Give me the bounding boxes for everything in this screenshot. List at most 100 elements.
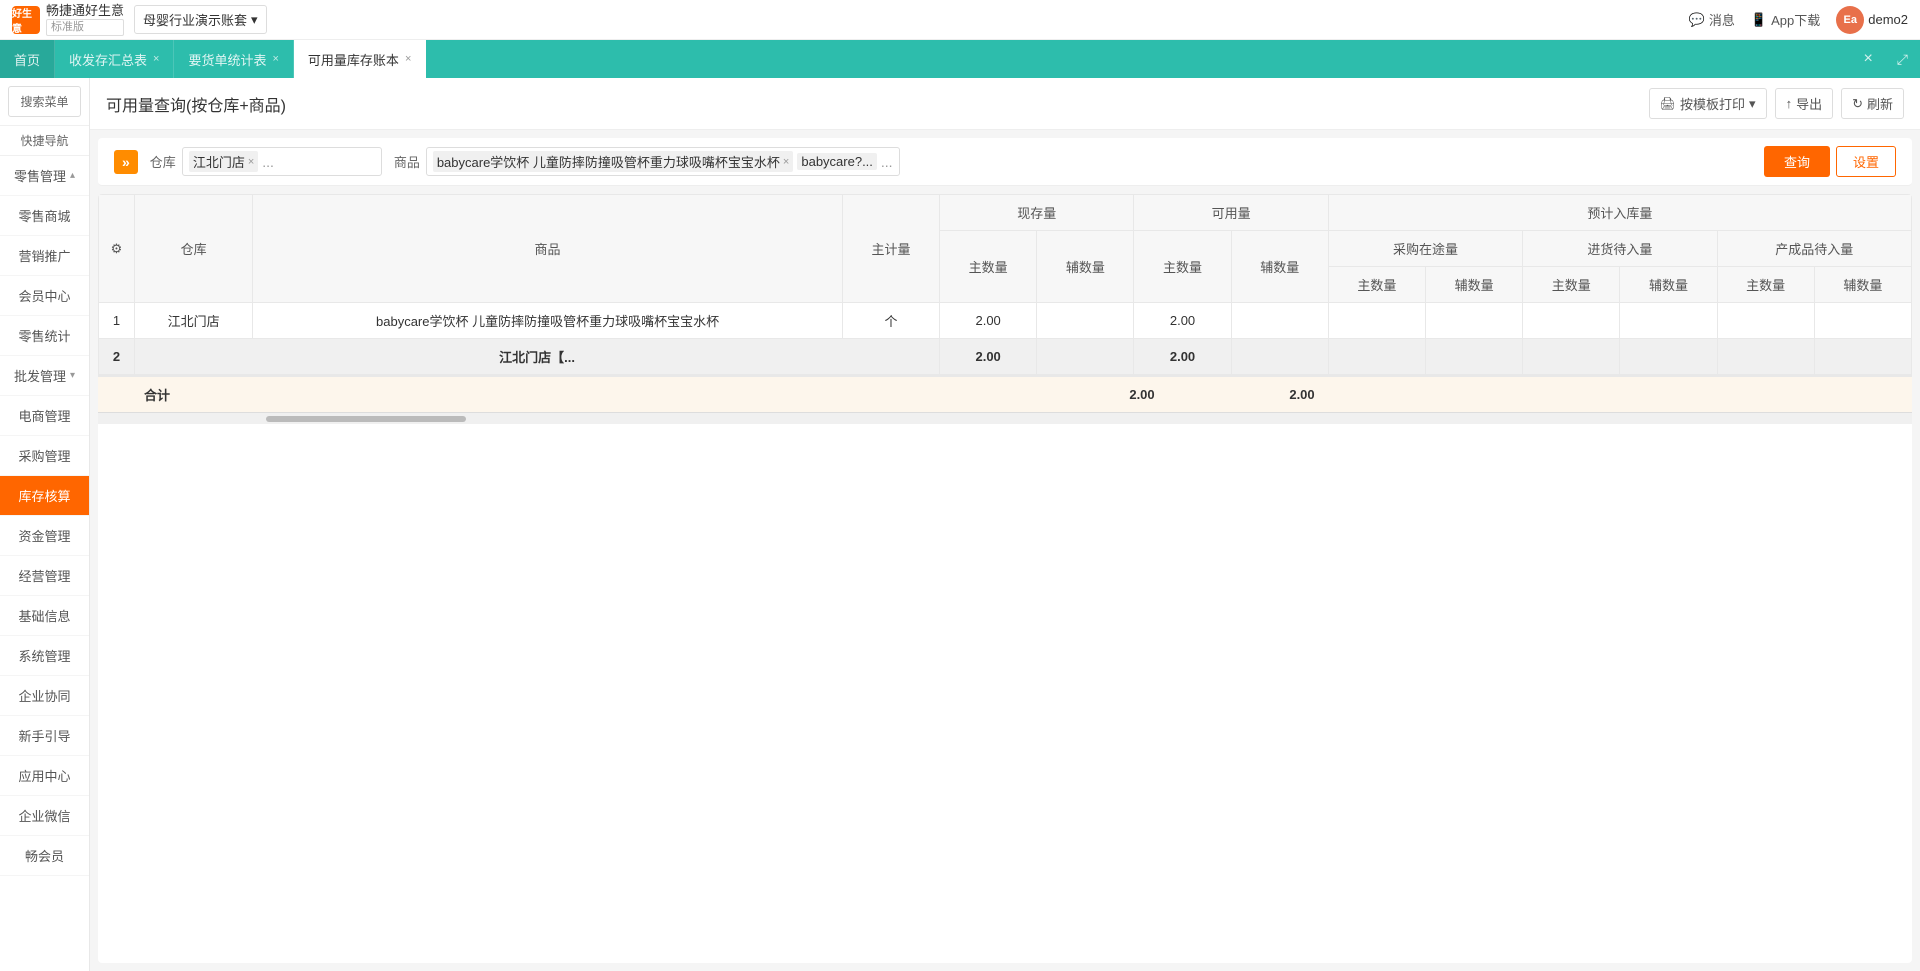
col-predicted-header: 预计入库量 bbox=[1328, 195, 1911, 231]
search-menu-button[interactable]: 搜索菜单 bbox=[8, 86, 81, 117]
tab-home[interactable]: 首页 bbox=[0, 40, 55, 78]
page-actions: 🖨 按模板打印 ▾ ↑ 导出 ↻ 刷新 bbox=[1649, 88, 1905, 119]
subtotal-no: 2 bbox=[99, 339, 135, 375]
row-current-sub bbox=[1037, 303, 1134, 339]
row-warehouse: 江北门店 bbox=[135, 303, 253, 339]
col-unit-header: 主计量 bbox=[842, 195, 939, 303]
sidebar-item-app-center[interactable]: 应用中心 bbox=[0, 756, 89, 796]
subtotal-row: 2 江北门店【... 2.00 2.00 bbox=[99, 339, 1912, 375]
scrollbar-thumb[interactable] bbox=[266, 416, 466, 422]
page-header: 可用量查询(按仓库+商品) 🖨 按模板打印 ▾ ↑ 导出 ↻ 刷新 bbox=[90, 78, 1920, 130]
col-current-sub-header: 辅数量 bbox=[1037, 231, 1134, 303]
sidebar-item-system[interactable]: 系统管理 bbox=[0, 636, 89, 676]
chevron-down-icon-print: ▾ bbox=[1749, 96, 1756, 112]
subtotal-current-main: 2.00 bbox=[940, 339, 1037, 375]
scrollbar-area[interactable] bbox=[98, 412, 1912, 424]
sidebar-item-ecommerce[interactable]: 电商管理 bbox=[0, 396, 89, 436]
col-warehouse-header: 仓库 bbox=[135, 195, 253, 303]
tab-close-order-stats[interactable]: × bbox=[272, 53, 278, 65]
sidebar-item-purchase[interactable]: 采购管理 bbox=[0, 436, 89, 476]
sidebar-quick-nav[interactable]: 快捷导航 bbox=[0, 126, 89, 156]
chevron-down-icon: ▾ bbox=[251, 12, 258, 28]
chevron-icon-2: ▾ bbox=[70, 370, 75, 381]
sidebar-item-vip-member[interactable]: 畅会员 bbox=[0, 836, 89, 876]
logo-icon: 好生意 bbox=[12, 6, 40, 34]
sidebar-search-area: 搜索菜单 bbox=[0, 78, 89, 126]
chevron-icon: ▴ bbox=[70, 170, 75, 181]
top-bar-left: 好生意 畅捷通好生意 标准版 母婴行业演示账套 ▾ bbox=[12, 3, 267, 36]
tab-available-stock[interactable]: 可用量库存账本 × bbox=[294, 40, 426, 78]
export-button[interactable]: ↑ 导出 bbox=[1775, 88, 1834, 119]
row-product-main bbox=[1717, 303, 1814, 339]
total-avail-main: 2.00 bbox=[1262, 387, 1342, 402]
sidebar: 搜索菜单 快捷导航 零售管理 ▴ 零售商城 营销推广 会员中心 零售统计 批发管… bbox=[0, 78, 90, 971]
col-incoming-sub: 辅数量 bbox=[1620, 267, 1717, 303]
tab-close-receive-pay[interactable]: × bbox=[153, 53, 159, 65]
sidebar-item-retail-mgmt[interactable]: 零售管理 ▴ bbox=[0, 156, 89, 196]
warehouse-more-button[interactable]: ... bbox=[262, 154, 274, 170]
col-pur-transit-header: 采购在途量 bbox=[1328, 231, 1522, 267]
app-download-button[interactable]: 📱 App下载 bbox=[1751, 10, 1820, 29]
sidebar-item-inventory[interactable]: 库存核算 bbox=[0, 476, 89, 516]
page-title: 可用量查询(按仓库+商品) bbox=[106, 92, 286, 116]
subtotal-label: 江北门店【... bbox=[135, 339, 940, 375]
tab-close-available-stock[interactable]: × bbox=[405, 53, 411, 65]
sidebar-item-operation[interactable]: 经营管理 bbox=[0, 556, 89, 596]
col-available-header: 可用量 bbox=[1134, 195, 1328, 231]
sidebar-item-retail-mall[interactable]: 零售商城 bbox=[0, 196, 89, 236]
sidebar-item-member-center[interactable]: 会员中心 bbox=[0, 276, 89, 316]
row-incoming-sub bbox=[1620, 303, 1717, 339]
setting-button[interactable]: 设置 bbox=[1836, 146, 1896, 177]
col-avail-sub-header: 辅数量 bbox=[1231, 231, 1328, 303]
message-button[interactable]: 💬 消息 bbox=[1689, 10, 1735, 29]
col-pur-transit-sub: 辅数量 bbox=[1425, 267, 1522, 303]
row-product-sub bbox=[1814, 303, 1911, 339]
tab-order-stats[interactable]: 要货单统计表 × bbox=[174, 40, 293, 78]
warehouse-tag-close[interactable]: × bbox=[248, 156, 254, 168]
subtotal-product-main bbox=[1717, 339, 1814, 375]
message-icon: 💬 bbox=[1689, 12, 1705, 28]
col-incoming-main: 主数量 bbox=[1523, 267, 1620, 303]
sidebar-item-new-guide[interactable]: 新手引导 bbox=[0, 716, 89, 756]
user-menu[interactable]: Ea demo2 bbox=[1836, 6, 1908, 34]
tab-receive-pay[interactable]: 收发存汇总表 × bbox=[55, 40, 174, 78]
sidebar-item-wholesale-mgmt[interactable]: 批发管理 ▾ bbox=[0, 356, 89, 396]
industry-selector[interactable]: 母婴行业演示账套 ▾ bbox=[134, 5, 267, 34]
product-tag1-close[interactable]: × bbox=[783, 156, 789, 168]
export-icon: ↑ bbox=[1786, 96, 1793, 111]
refresh-button[interactable]: ↻ 刷新 bbox=[1841, 88, 1904, 119]
sidebar-item-basic-info[interactable]: 基础信息 bbox=[0, 596, 89, 636]
warehouse-input[interactable]: 江北门店 × ... bbox=[182, 147, 382, 176]
subtotal-avail-main: 2.00 bbox=[1134, 339, 1231, 375]
sidebar-item-finance[interactable]: 资金管理 bbox=[0, 516, 89, 556]
subtotal-product-sub bbox=[1814, 339, 1911, 375]
filter-area: » 仓库 江北门店 × ... 商品 babycare学饮杯 儿童防摔防撞吸管杯… bbox=[98, 138, 1912, 186]
sidebar-item-retail-stats[interactable]: 零售统计 bbox=[0, 316, 89, 356]
product-tag-1: babycare学饮杯 儿童防摔防撞吸管杯重力球吸嘴杯宝宝水杯 × bbox=[433, 151, 794, 172]
col-product-sub: 辅数量 bbox=[1814, 267, 1911, 303]
col-current-main-header: 主数量 bbox=[940, 231, 1037, 303]
subtotal-incoming-sub bbox=[1620, 339, 1717, 375]
template-print-button[interactable]: 🖨 按模板打印 ▾ bbox=[1649, 88, 1767, 119]
filter-toggle-button[interactable]: » bbox=[114, 150, 138, 174]
gear-icon: ⚙ bbox=[111, 241, 123, 256]
nav-expand-button[interactable]: ⤢ bbox=[1885, 40, 1920, 78]
row-pur-transit-main bbox=[1328, 303, 1425, 339]
product-more-button[interactable]: ... bbox=[881, 154, 893, 170]
table-area: ⚙ 仓库 商品 主计量 现存量 可用量 预计入库量 主数量 辅数量 主数量 辅数… bbox=[98, 194, 1912, 963]
row-product: babycare学饮杯 儿童防摔防撞吸管杯重力球吸嘴杯宝宝水杯 bbox=[253, 303, 843, 339]
sidebar-item-enterprise[interactable]: 企业协同 bbox=[0, 676, 89, 716]
product-input[interactable]: babycare学饮杯 儿童防摔防撞吸管杯重力球吸嘴杯宝宝水杯 × babyca… bbox=[426, 147, 900, 176]
query-button[interactable]: 查询 bbox=[1764, 146, 1830, 177]
warehouse-label: 仓库 bbox=[150, 152, 176, 171]
sidebar-item-marketing[interactable]: 营销推广 bbox=[0, 236, 89, 276]
col-settings-header[interactable]: ⚙ bbox=[99, 195, 135, 303]
col-incoming-header: 进货待入量 bbox=[1523, 231, 1717, 267]
row-avail-main: 2.00 bbox=[1134, 303, 1231, 339]
sidebar-item-enterprise-wechat[interactable]: 企业微信 bbox=[0, 796, 89, 836]
row-unit: 个 bbox=[842, 303, 939, 339]
col-product-pending-header: 产成品待入量 bbox=[1717, 231, 1911, 267]
nav-close-button[interactable]: × bbox=[1851, 40, 1884, 78]
warehouse-tag: 江北门店 × bbox=[189, 151, 258, 172]
logo-text: 畅捷通好生意 标准版 bbox=[46, 3, 124, 36]
